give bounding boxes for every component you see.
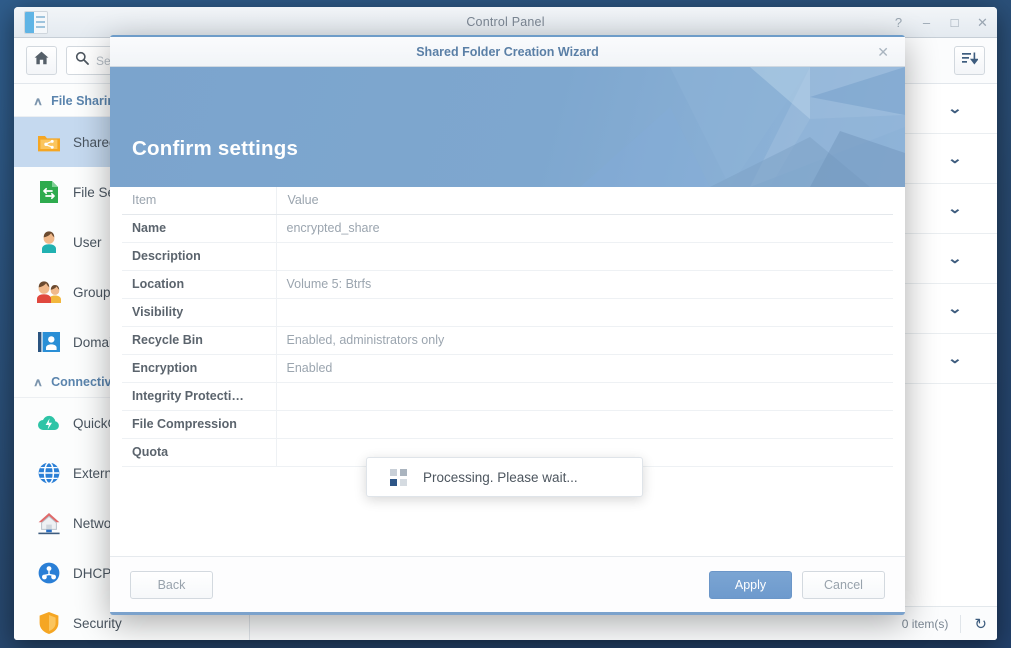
row-item-visibility: Visibility (122, 298, 277, 327)
table-row: Visibility (122, 298, 893, 327)
column-header-value: Value (276, 187, 893, 215)
back-button[interactable]: Back (130, 570, 213, 599)
home-button[interactable] (26, 46, 57, 75)
table-row: File Compression (122, 410, 893, 439)
close-button[interactable]: ✕ (976, 16, 989, 29)
chevron-down-icon[interactable]: ⌄ (948, 100, 963, 117)
polygon-pattern (580, 67, 905, 187)
quickconnect-icon (36, 410, 62, 436)
row-value-file-compression (276, 410, 893, 439)
sort-button[interactable] (954, 46, 985, 75)
row-item-recycle-bin: Recycle Bin (122, 326, 277, 355)
chevron-down-icon[interactable]: ⌄ (948, 250, 963, 267)
sidebar-item-label: Security (73, 615, 122, 631)
chevron-down-icon[interactable]: ⌄ (948, 200, 963, 217)
row-value-encryption: Enabled (276, 354, 893, 383)
network-icon (36, 510, 62, 536)
row-item-file-compression: File Compression (122, 410, 277, 439)
table-row: Description (122, 242, 893, 271)
table-row: Recycle Bin Enabled, administrators only (122, 326, 893, 355)
wizard-hero-banner: Confirm settings (110, 67, 905, 187)
row-item-location: Location (122, 270, 277, 299)
refresh-icon[interactable]: ↻ (960, 614, 987, 633)
processing-message: Processing. Please wait... (423, 469, 578, 485)
maximize-button[interactable]: □ (948, 16, 961, 29)
settings-summary-table: Item Value Name encrypted_share Descript… (122, 187, 893, 467)
chevron-down-icon[interactable]: ⌄ (948, 300, 963, 317)
processing-toast: Processing. Please wait... (366, 457, 643, 497)
column-header-item: Item (122, 187, 277, 215)
dhcp-server-icon (36, 560, 62, 586)
window-title: Control Panel (466, 15, 545, 29)
table-row: Integrity Protecti… (122, 382, 893, 411)
row-item-quota: Quota (122, 438, 277, 467)
wizard-titlebar[interactable]: Shared Folder Creation Wizard ✕ (110, 35, 905, 67)
chevron-up-icon: ∧ (32, 95, 44, 108)
row-value-integrity-protection (276, 382, 893, 411)
group-icon (36, 279, 62, 305)
row-item-name: Name (122, 214, 277, 243)
wizard-title: Shared Folder Creation Wizard (416, 44, 599, 59)
shared-folder-icon (36, 129, 62, 155)
table-row: Location Volume 5: Btrfs (122, 270, 893, 299)
window-controls: ? – □ ✕ (892, 7, 989, 38)
table-row: Encryption Enabled (122, 354, 893, 383)
shared-folder-creation-wizard-dialog: Shared Folder Creation Wizard ✕ Confirm … (110, 35, 905, 615)
row-value-description (276, 242, 893, 271)
chevron-up-icon: ∧ (32, 376, 44, 389)
row-value-recycle-bin: Enabled, administrators only (276, 326, 893, 355)
control-panel-icon (24, 11, 48, 34)
help-button[interactable]: ? (892, 16, 905, 29)
loading-spinner-icon (390, 468, 407, 486)
wizard-footer: Back Apply Cancel (110, 556, 905, 612)
window-titlebar[interactable]: Control Panel ? – □ ✕ (14, 7, 997, 38)
apply-button[interactable]: Apply (709, 570, 792, 599)
sidebar-item-label: Group (73, 284, 111, 300)
row-value-name: encrypted_share (276, 214, 893, 243)
cancel-button[interactable]: Cancel (802, 570, 885, 599)
row-item-encryption: Encryption (122, 354, 277, 383)
wizard-step-title: Confirm settings (132, 137, 299, 160)
row-value-visibility (276, 298, 893, 327)
row-item-description: Description (122, 242, 277, 271)
user-icon (36, 229, 62, 255)
search-icon (75, 51, 89, 70)
external-access-icon (36, 460, 62, 486)
home-icon (33, 50, 50, 71)
domain-ldap-icon (36, 329, 62, 355)
footer-actions: Apply Cancel (709, 570, 885, 599)
minimize-button[interactable]: – (920, 16, 933, 29)
close-icon[interactable]: ✕ (877, 44, 889, 61)
chevron-down-icon[interactable]: ⌄ (948, 350, 963, 367)
sidebar-item-label: User (73, 234, 102, 250)
file-services-icon (36, 179, 62, 205)
row-value-location: Volume 5: Btrfs (276, 270, 893, 299)
row-item-integrity-protection: Integrity Protecti… (122, 382, 277, 411)
table-row: Name encrypted_share (122, 214, 893, 243)
table-header-row: Item Value (122, 187, 893, 215)
wizard-content: Item Value Name encrypted_share Descript… (110, 187, 905, 556)
item-count: 0 item(s) (901, 616, 949, 631)
sort-descending-icon (961, 51, 979, 71)
desktop-background: Control Panel ? – □ ✕ ∧ File Sharing Sha… (0, 0, 1011, 648)
security-icon (36, 610, 62, 636)
chevron-down-icon[interactable]: ⌄ (948, 150, 963, 167)
